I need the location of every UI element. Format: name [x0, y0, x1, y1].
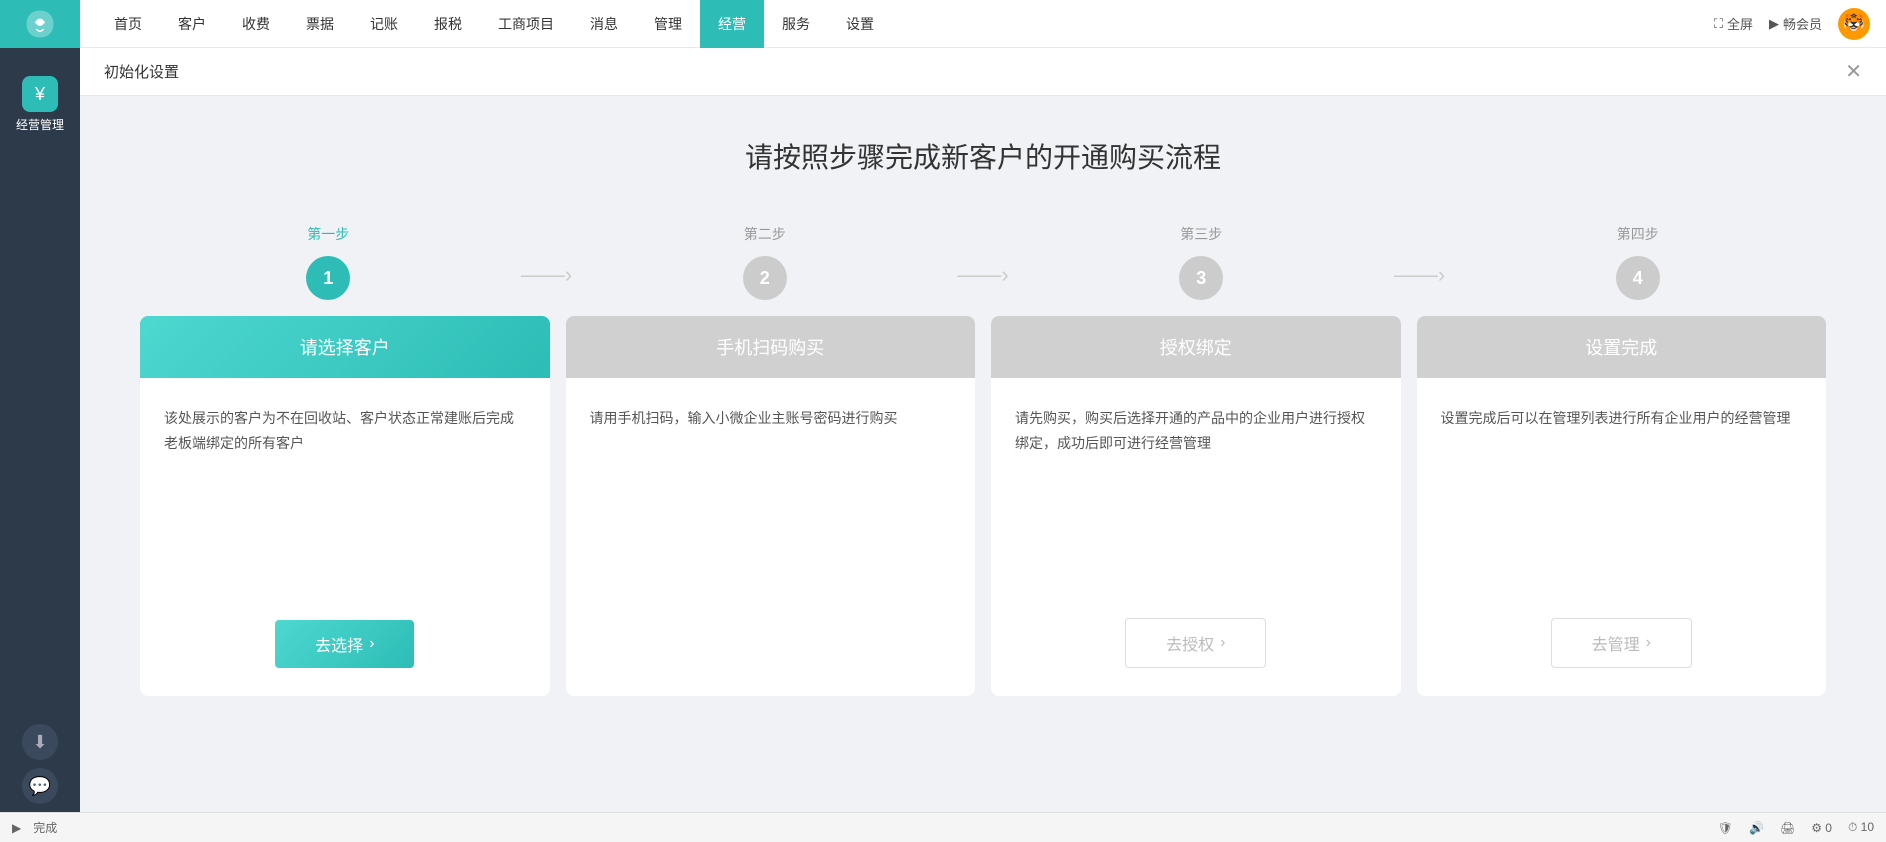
step-2-circle: 2 — [743, 256, 787, 300]
download-icon[interactable]: ⬇ — [22, 724, 58, 760]
logo — [0, 0, 80, 48]
volume-icon: 🔊 — [1749, 821, 1764, 835]
fullscreen-label: 全屏 — [1727, 14, 1753, 33]
card-mobile-scan: 手机扫码购买 请用手机扫码，输入小微企业主账号密码进行购买 — [566, 316, 976, 696]
go-manage-arrow: › — [1646, 634, 1651, 652]
card-3-footer: 去授权 › — [991, 602, 1401, 696]
play-icon: ▶ — [12, 821, 21, 835]
sidebar-bottom: ⬇ 💬 — [22, 724, 58, 812]
card-3-title: 授权绑定 — [1160, 338, 1232, 358]
nav-charge[interactable]: 收费 — [224, 0, 288, 48]
operations-icon: ¥ — [22, 76, 58, 112]
vip-label: 畅会员 — [1783, 14, 1822, 33]
nav-service[interactable]: 服务 — [764, 0, 828, 48]
settings-count: ⚙ 0 — [1811, 821, 1832, 835]
go-select-button[interactable]: 去选择 › — [275, 620, 414, 668]
go-auth-arrow: › — [1220, 634, 1225, 652]
nav-bookkeeping[interactable]: 记账 — [352, 0, 416, 48]
topnav-right: ⛶ 全屏 ▶ 畅会员 🐯 — [1714, 8, 1870, 40]
card-2-header: 手机扫码购买 — [566, 316, 976, 378]
card-4-title: 设置完成 — [1585, 338, 1657, 358]
step-4: 第四步 4 — [1450, 224, 1827, 300]
nav-settings[interactable]: 设置 — [828, 0, 892, 48]
arrow-3: ——› — [1390, 224, 1450, 288]
card-1-title: 请选择客户 — [300, 338, 390, 358]
card-2-body: 请用手机扫码，输入小微企业主账号密码进行购买 — [566, 378, 976, 652]
card-setup-complete: 设置完成 设置完成后可以在管理列表进行所有企业用户的经营管理 去管理 › — [1417, 316, 1827, 696]
card-1-header: 请选择客户 — [140, 316, 550, 378]
card-1-body: 该处展示的客户为不在回收站、客户状态正常建账后完成老板端绑定的所有客户 — [140, 378, 550, 604]
workflow-container: 请按照步骤完成新客户的开通购买流程 第一步 1 ——› 第二步 2 — [80, 96, 1886, 736]
nav-business[interactable]: 工商项目 — [480, 0, 572, 48]
step-1-circle: 1 — [306, 256, 350, 300]
page-header: 初始化设置 ✕ — [80, 48, 1886, 96]
card-1-body-text: 该处展示的客户为不在回收站、客户状态正常建账后完成老板端绑定的所有客户 — [164, 410, 514, 451]
nav-operations[interactable]: 经营 — [700, 0, 764, 48]
go-manage-label: 去管理 — [1592, 631, 1640, 655]
nav-tax[interactable]: 报税 — [416, 0, 480, 48]
vip-button[interactable]: ▶ 畅会员 — [1769, 14, 1822, 33]
chat-icon[interactable]: 💬 — [22, 768, 58, 804]
workflow-title: 请按照步骤完成新客户的开通购买流程 — [140, 136, 1826, 176]
nav-message[interactable]: 消息 — [572, 0, 636, 48]
shield-icon: 🛡 — [1718, 821, 1733, 835]
card-4-header: 设置完成 — [1417, 316, 1827, 378]
main-content: 初始化设置 ✕ 请按照步骤完成新客户的开通购买流程 第一步 1 ——› 第二步 … — [80, 48, 1886, 812]
sidebar: ¥ 经营管理 ⬇ 💬 — [0, 48, 80, 812]
play-icon: ▶ — [1769, 16, 1779, 32]
card-3-header: 授权绑定 — [991, 316, 1401, 378]
go-auth-label: 去授权 — [1166, 631, 1214, 655]
card-4-footer: 去管理 › — [1417, 602, 1827, 696]
nav-home[interactable]: 首页 — [96, 0, 160, 48]
cards-row: 请选择客户 该处展示的客户为不在回收站、客户状态正常建账后完成老板端绑定的所有客… — [140, 316, 1826, 696]
steps-indicator: 第一步 1 ——› 第二步 2 ——› 第三步 — [140, 224, 1826, 300]
nav-customer[interactable]: 客户 — [160, 0, 224, 48]
step-3-label: 第三步 — [1180, 224, 1222, 244]
step-3: 第三步 3 — [1013, 224, 1390, 300]
sidebar-item-operations[interactable]: ¥ 经营管理 — [0, 64, 80, 145]
sidebar-item-label: 经营管理 — [16, 116, 64, 133]
card-1-footer: 去选择 › — [140, 604, 550, 696]
statusbar-right: 🛡 🔊 🖨 ⚙ 0 ⏱ 10 — [1718, 820, 1874, 835]
nav-bills[interactable]: 票据 — [288, 0, 352, 48]
card-3-body: 请先购买，购买后选择开通的产品中的企业用户进行授权绑定，成功后即可进行经营管理 — [991, 378, 1401, 602]
nav-manage[interactable]: 管理 — [636, 0, 700, 48]
go-auth-button[interactable]: 去授权 › — [1125, 618, 1266, 668]
card-2-footer — [566, 652, 976, 696]
step-4-label: 第四步 — [1617, 224, 1659, 244]
card-auth-binding: 授权绑定 请先购买，购买后选择开通的产品中的企业用户进行授权绑定，成功后即可进行… — [991, 316, 1401, 696]
statusbar: ▶ 完成 🛡 🔊 🖨 ⚙ 0 ⏱ 10 — [0, 812, 1886, 842]
card-4-body: 设置完成后可以在管理列表进行所有企业用户的经营管理 — [1417, 378, 1827, 602]
card-2-body-text: 请用手机扫码，输入小微企业主账号密码进行购买 — [590, 410, 898, 426]
close-button[interactable]: ✕ — [1845, 62, 1862, 82]
go-select-arrow: › — [369, 635, 374, 653]
top-navigation: 首页 客户 收费 票据 记账 报税 工商项目 消息 管理 经营 服务 设置 ⛶ … — [80, 0, 1886, 48]
card-select-customer: 请选择客户 该处展示的客户为不在回收站、客户状态正常建账后完成老板端绑定的所有客… — [140, 316, 550, 696]
print-icon: 🖨 — [1780, 821, 1795, 835]
card-3-body-text: 请先购买，购买后选择开通的产品中的企业用户进行授权绑定，成功后即可进行经营管理 — [1015, 410, 1365, 451]
nav-items: 首页 客户 收费 票据 记账 报税 工商项目 消息 管理 经营 服务 设置 — [96, 0, 1714, 48]
card-2-title: 手机扫码购买 — [716, 338, 824, 358]
step-3-circle: 3 — [1179, 256, 1223, 300]
step-1: 第一步 1 — [140, 224, 517, 300]
timer-icon: ⏱ 10 — [1848, 820, 1874, 835]
step-2: 第二步 2 — [577, 224, 954, 300]
fullscreen-button[interactable]: ⛶ 全屏 — [1714, 14, 1753, 33]
step-4-circle: 4 — [1616, 256, 1660, 300]
arrow-2: ——› — [953, 224, 1013, 288]
page-title: 初始化设置 — [104, 61, 179, 82]
go-select-label: 去选择 — [315, 632, 363, 656]
card-4-body-text: 设置完成后可以在管理列表进行所有企业用户的经营管理 — [1441, 410, 1791, 426]
status-text: 完成 — [33, 819, 57, 836]
step-1-label: 第一步 — [307, 224, 349, 244]
go-manage-button[interactable]: 去管理 › — [1551, 618, 1692, 668]
fullscreen-icon: ⛶ — [1714, 16, 1723, 32]
avatar[interactable]: 🐯 — [1838, 8, 1870, 40]
arrow-1: ——› — [517, 224, 577, 288]
step-2-label: 第二步 — [744, 224, 786, 244]
